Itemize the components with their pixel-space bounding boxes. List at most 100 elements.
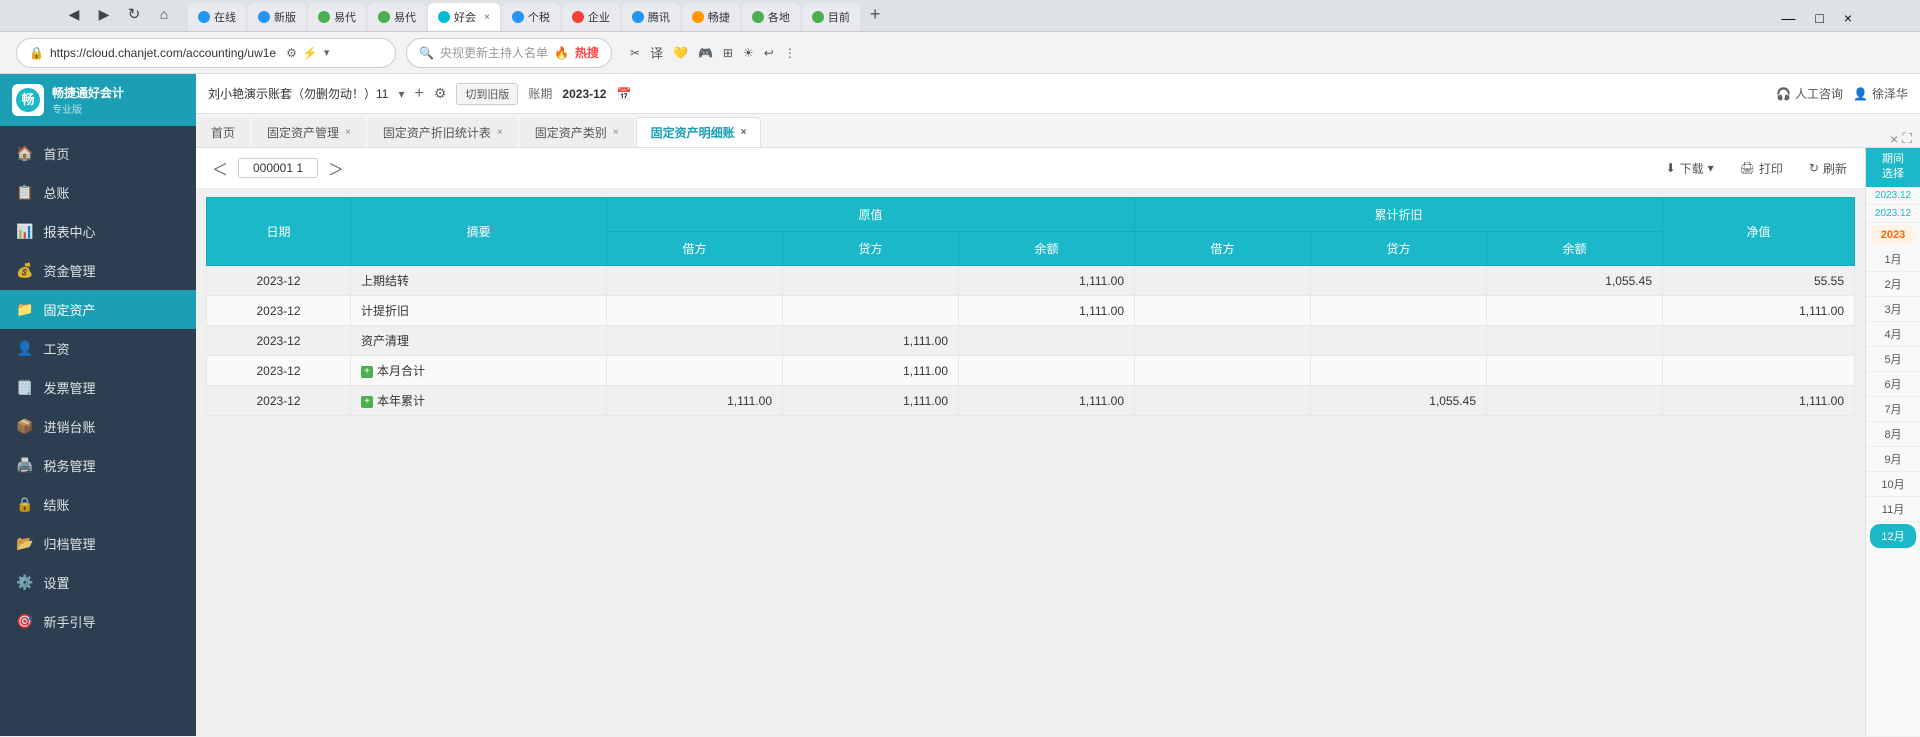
cell-accum-debit <box>1135 326 1311 356</box>
tab-geshui[interactable]: 个税 <box>502 3 560 31</box>
refresh-button[interactable]: ↻ 刷新 <box>1801 157 1855 180</box>
inventory-icon: 📦 <box>16 418 33 435</box>
page-tab-home[interactable]: 首页 <box>196 117 250 147</box>
page-tab-category[interactable]: 固定资产类别 × <box>520 117 634 147</box>
win-close[interactable]: × <box>1836 8 1860 28</box>
sidebar-header: 畅 畅捷通好会计 专业版 <box>0 74 196 126</box>
page-tab-fixed-mgmt[interactable]: 固定资产管理 × <box>252 117 366 147</box>
forward-button[interactable]: ▶ <box>90 0 118 28</box>
period-month-7[interactable]: 7月 <box>1866 397 1920 422</box>
sidebar-item-fixed[interactable]: 📁 固定资产 <box>0 290 196 329</box>
cell-accum-debit <box>1135 386 1311 416</box>
sidebar-item-close-accounts[interactable]: 🔒 结账 <box>0 485 196 524</box>
period-year-label[interactable]: 2023 <box>1870 225 1916 245</box>
dropdown-arrow[interactable]: ▾ <box>398 87 404 101</box>
period-month-1[interactable]: 1月 <box>1866 247 1920 272</box>
sidebar-item-guide[interactable]: 🎯 新手引导 <box>0 602 196 641</box>
sidebar-item-salary[interactable]: 👤 工资 <box>0 329 196 368</box>
tab-close-haohui[interactable]: × <box>484 12 490 23</box>
th-orig-debit: 借方 <box>607 232 783 266</box>
support-button[interactable]: 🎧 人工咨询 <box>1776 85 1843 102</box>
user-button[interactable]: 👤 徐泽华 <box>1853 85 1908 102</box>
home-btn[interactable]: ⌂ <box>150 0 178 28</box>
game-icon[interactable]: 🎮 <box>698 46 713 60</box>
cell-accum-credit <box>1311 356 1487 386</box>
data-table: 日期 摘要 原值 累计折旧 净值 借方 贷方 余额 借方 <box>206 197 1855 416</box>
sidebar-item-invoice[interactable]: 🗒️ 发票管理 <box>0 368 196 407</box>
sidebar-item-inventory[interactable]: 📦 进销台账 <box>0 407 196 446</box>
close-depreciation[interactable]: × <box>497 127 503 138</box>
sidebar-item-capital[interactable]: 💰 资金管理 <box>0 251 196 290</box>
app-logo: 畅 <box>12 84 44 116</box>
cell-date: 2023-12 <box>207 386 351 416</box>
period-month-3[interactable]: 3月 <box>1866 297 1920 322</box>
expand-button[interactable]: ⛶ <box>1902 130 1912 147</box>
tab-tencent[interactable]: 腾讯 <box>622 3 680 31</box>
switch-version-button[interactable]: 切到旧版 <box>456 83 518 105</box>
more-icon[interactable]: ⋮ <box>784 46 796 60</box>
win-maximize[interactable]: □ <box>1807 8 1831 28</box>
period-month-8[interactable]: 8月 <box>1866 422 1920 447</box>
print-button[interactable]: 🖨 打印 <box>1732 157 1791 180</box>
brightness-icon[interactable]: ☀ <box>743 46 754 60</box>
page-tab-depreciation[interactable]: 固定资产折旧统计表 × <box>368 117 518 147</box>
table-container: 日期 摘要 原值 累计折旧 净值 借方 贷方 余额 借方 <box>196 189 1865 736</box>
translate-icon[interactable]: 译 <box>650 43 663 62</box>
page-tab-detail[interactable]: 固定资产明细账 × <box>636 117 762 147</box>
wallet-icon[interactable]: 💛 <box>673 46 688 60</box>
tab-gedi[interactable]: 各地 <box>742 3 800 31</box>
settings-gear-button[interactable]: ⚙ <box>434 85 447 102</box>
sidebar-item-home[interactable]: 🏠 首页 <box>0 134 196 173</box>
tab-yidai1[interactable]: 易代 <box>308 3 366 31</box>
lock-icon: 🔒 <box>29 46 44 60</box>
cell-net-value: 1,111.00 <box>1663 296 1855 326</box>
sidebar-item-ledger[interactable]: 📋 总账 <box>0 173 196 212</box>
tab-qiye[interactable]: 企业 <box>562 3 620 31</box>
address-bar[interactable]: 🔒 https://cloud.chanjet.com/accounting/u… <box>16 38 396 68</box>
close-fixed-mgmt[interactable]: × <box>345 127 351 138</box>
period-month-9[interactable]: 9月 <box>1866 447 1920 472</box>
dropdown-icon[interactable]: ▾ <box>324 46 330 59</box>
grid-icon[interactable]: ⊞ <box>723 46 733 60</box>
period-month-10[interactable]: 10月 <box>1866 472 1920 497</box>
collapse-button[interactable]: × <box>1890 131 1898 147</box>
period-month-11[interactable]: 11月 <box>1866 497 1920 522</box>
win-minimize[interactable]: — <box>1773 8 1803 28</box>
sidebar-item-settings[interactable]: ⚙️ 设置 <box>0 563 196 602</box>
cell-accum-balance <box>1487 386 1663 416</box>
close-detail[interactable]: × <box>741 127 747 138</box>
download-button[interactable]: ⬇ 下载 ▾ <box>1658 157 1722 180</box>
new-tab-button[interactable]: + <box>862 0 889 31</box>
tab-haohui[interactable]: 好会 × <box>428 3 500 31</box>
close-category[interactable]: × <box>613 127 619 138</box>
tab-changjie[interactable]: 畅捷 <box>682 3 740 31</box>
calendar-icon[interactable]: 📅 <box>616 87 631 101</box>
period-month-6[interactable]: 6月 <box>1866 372 1920 397</box>
reload-button[interactable]: ↻ <box>120 0 148 28</box>
content-wrapper: ＜ 000001 1 ＞ ⬇ 下载 ▾ 🖨 打印 <box>196 148 1920 736</box>
add-account-button[interactable]: + <box>415 85 424 103</box>
period-month-5[interactable]: 5月 <box>1866 347 1920 372</box>
search-bar[interactable]: 🔍 央视更新主持人名单 🔥 热搜 <box>406 38 612 68</box>
undo-icon[interactable]: ↩ <box>764 46 774 60</box>
sidebar-item-archive[interactable]: 📂 归档管理 <box>0 524 196 563</box>
back-button[interactable]: ◀ <box>60 0 88 28</box>
report-icon: 📊 <box>16 223 33 240</box>
tab-yidai2[interactable]: 易代 <box>368 3 426 31</box>
th-accum-depr: 累计折旧 <box>1135 198 1663 232</box>
prev-account-button[interactable]: ＜ <box>206 154 234 182</box>
period-month-12[interactable]: 12月 <box>1870 524 1916 549</box>
period-year-display2: 2023.12 <box>1866 205 1920 223</box>
cell-accum-debit <box>1135 296 1311 326</box>
tab-online[interactable]: 在线 <box>188 3 246 31</box>
scissors-icon[interactable]: ✂ <box>630 46 640 60</box>
browser-address-bar-row: 🔒 https://cloud.chanjet.com/accounting/u… <box>0 32 1920 74</box>
address-text: https://cloud.chanjet.com/accounting/uw1… <box>50 46 276 60</box>
sidebar-item-tax[interactable]: 🖨️ 税务管理 <box>0 446 196 485</box>
period-month-2[interactable]: 2月 <box>1866 272 1920 297</box>
tab-mubi[interactable]: 目前 <box>802 3 860 31</box>
tab-new[interactable]: 新版 <box>248 3 306 31</box>
sidebar-item-report[interactable]: 📊 报表中心 <box>0 212 196 251</box>
next-account-button[interactable]: ＞ <box>322 154 350 182</box>
period-month-4[interactable]: 4月 <box>1866 322 1920 347</box>
